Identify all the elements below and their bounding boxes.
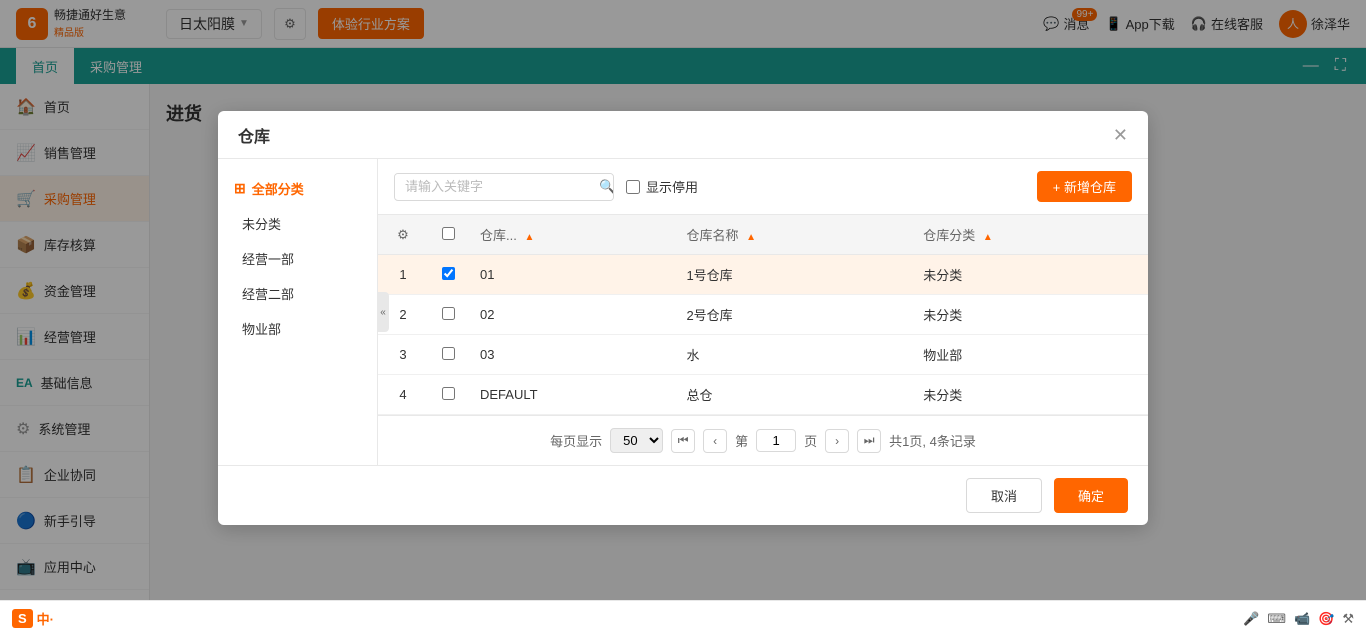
bottom-bar: S 中· 🎤 ⌨ 📹 🎯 ⚒ xyxy=(0,600,1366,636)
search-box: 🔍 xyxy=(394,173,614,201)
page-size-select[interactable]: 50 xyxy=(610,428,663,453)
col-code: 仓库... ▲ xyxy=(468,215,674,255)
category-panel: ⊞ 全部分类 未分类 经营一部 经营二部 物业部 « xyxy=(218,159,378,465)
col-name-sort-icon: ▲ xyxy=(746,232,756,243)
mic-icon[interactable]: 🎤 xyxy=(1243,611,1259,627)
last-page-button[interactable]: ⏭ xyxy=(857,429,881,453)
col-name-label: 仓库名称 xyxy=(686,228,738,243)
first-page-button[interactable]: ⏮ xyxy=(671,429,695,453)
bottom-logo-icon: S xyxy=(12,609,33,628)
table-panel: 🔍 显示停用 + 新增仓库 ⚙ xyxy=(378,159,1148,465)
row-checkbox-cell xyxy=(428,295,468,335)
tools-icon[interactable]: ⚒ xyxy=(1342,611,1354,627)
bottom-logo-text: 中· xyxy=(37,609,54,628)
category-all-label: 全部分类 xyxy=(252,179,304,198)
per-page-label: 每页显示 xyxy=(550,431,602,450)
bottom-logo: S 中· xyxy=(12,609,54,628)
row-code: 02 xyxy=(468,295,674,335)
category-collapse-button[interactable]: « xyxy=(377,292,389,332)
table-toolbar: 🔍 显示停用 + 新增仓库 xyxy=(378,159,1148,215)
search-button[interactable]: 🔍 xyxy=(591,174,614,200)
col-code-sort-icon: ▲ xyxy=(524,232,534,243)
show-disabled-label: 显示停用 xyxy=(646,177,698,196)
data-table: ⚙ 仓库... ▲ 仓库名称 ▲ xyxy=(378,215,1148,415)
show-disabled-wrap: 显示停用 xyxy=(626,177,698,196)
row-name: 水 xyxy=(674,335,911,375)
row-checkbox-cell xyxy=(428,375,468,415)
modal-body: ⊞ 全部分类 未分类 经营一部 经营二部 物业部 « 🔍 xyxy=(218,159,1148,465)
table-row[interactable]: 4 DEFAULT 总仓 未分类 xyxy=(378,375,1148,415)
row-category: 未分类 xyxy=(911,255,1148,295)
page-label: 第 xyxy=(735,431,748,450)
row-name: 1号仓库 xyxy=(674,255,911,295)
row-checkbox-cell xyxy=(428,255,468,295)
next-page-button[interactable]: › xyxy=(825,429,849,453)
col-name: 仓库名称 ▲ xyxy=(674,215,911,255)
row-checkbox[interactable] xyxy=(442,347,455,360)
confirm-button[interactable]: 确定 xyxy=(1054,478,1128,513)
row-index: 4 xyxy=(378,375,428,415)
table-body: 1 01 1号仓库 未分类 2 xyxy=(378,255,1148,415)
category-item-1[interactable]: 经营一部 xyxy=(218,241,377,276)
row-checkbox[interactable] xyxy=(442,307,455,320)
row-index: 1 xyxy=(378,255,428,295)
category-item-2[interactable]: 经营二部 xyxy=(218,276,377,311)
grid-icon: ⊞ xyxy=(234,180,246,197)
row-name: 总仓 xyxy=(674,375,911,415)
row-category: 未分类 xyxy=(911,375,1148,415)
table-row[interactable]: 2 02 2号仓库 未分类 xyxy=(378,295,1148,335)
col-category-sort-icon: ▲ xyxy=(983,232,993,243)
search-input[interactable] xyxy=(395,174,591,199)
camera-icon[interactable]: 📹 xyxy=(1294,611,1310,627)
warehouse-table: ⚙ 仓库... ▲ 仓库名称 ▲ xyxy=(378,215,1148,415)
col-checkbox xyxy=(428,215,468,255)
col-category-label: 仓库分类 xyxy=(923,228,975,243)
modal-footer: 取消 确定 xyxy=(218,465,1148,525)
cancel-button[interactable]: 取消 xyxy=(966,478,1042,513)
table-header-row: ⚙ 仓库... ▲ 仓库名称 ▲ xyxy=(378,215,1148,255)
bottom-icons: 🎤 ⌨ 📹 🎯 ⚒ xyxy=(1243,611,1354,627)
col-settings: ⚙ xyxy=(378,215,428,255)
warehouse-modal: 仓库 ✕ ⊞ 全部分类 未分类 经营一部 经营二部 物业部 « xyxy=(218,111,1148,525)
row-index: 3 xyxy=(378,335,428,375)
row-checkbox[interactable] xyxy=(442,387,455,400)
page-suffix: 页 xyxy=(804,431,817,450)
pagination: 每页显示 50 ⏮ ‹ 第 页 › ⏭ 共1页, 4条记录 xyxy=(378,415,1148,465)
row-checkbox-cell xyxy=(428,335,468,375)
row-code: 01 xyxy=(468,255,674,295)
prev-page-button[interactable]: ‹ xyxy=(703,429,727,453)
total-info: 共1页, 4条记录 xyxy=(889,431,976,450)
category-all-item[interactable]: ⊞ 全部分类 xyxy=(218,171,377,206)
category-item-0[interactable]: 未分类 xyxy=(218,206,377,241)
target-icon[interactable]: 🎯 xyxy=(1318,611,1334,627)
select-all-checkbox[interactable] xyxy=(442,227,455,240)
modal-close-button[interactable]: ✕ xyxy=(1113,126,1128,144)
row-code: DEFAULT xyxy=(468,375,674,415)
table-row[interactable]: 1 01 1号仓库 未分类 xyxy=(378,255,1148,295)
col-category: 仓库分类 ▲ xyxy=(911,215,1148,255)
modal-title: 仓库 xyxy=(238,123,1113,147)
category-item-3[interactable]: 物业部 xyxy=(218,311,377,346)
add-warehouse-button[interactable]: + 新增仓库 xyxy=(1037,171,1132,202)
keyboard-icon[interactable]: ⌨ xyxy=(1267,611,1286,627)
modal-header: 仓库 ✕ xyxy=(218,111,1148,159)
col-code-label: 仓库... xyxy=(480,228,517,243)
show-disabled-checkbox[interactable] xyxy=(626,180,640,194)
row-code: 03 xyxy=(468,335,674,375)
row-checkbox[interactable] xyxy=(442,267,455,280)
page-number-input[interactable] xyxy=(756,429,796,452)
row-name: 2号仓库 xyxy=(674,295,911,335)
row-category: 物业部 xyxy=(911,335,1148,375)
modal-overlay: 仓库 ✕ ⊞ 全部分类 未分类 经营一部 经营二部 物业部 « xyxy=(0,0,1366,636)
table-row[interactable]: 3 03 水 物业部 xyxy=(378,335,1148,375)
row-category: 未分类 xyxy=(911,295,1148,335)
